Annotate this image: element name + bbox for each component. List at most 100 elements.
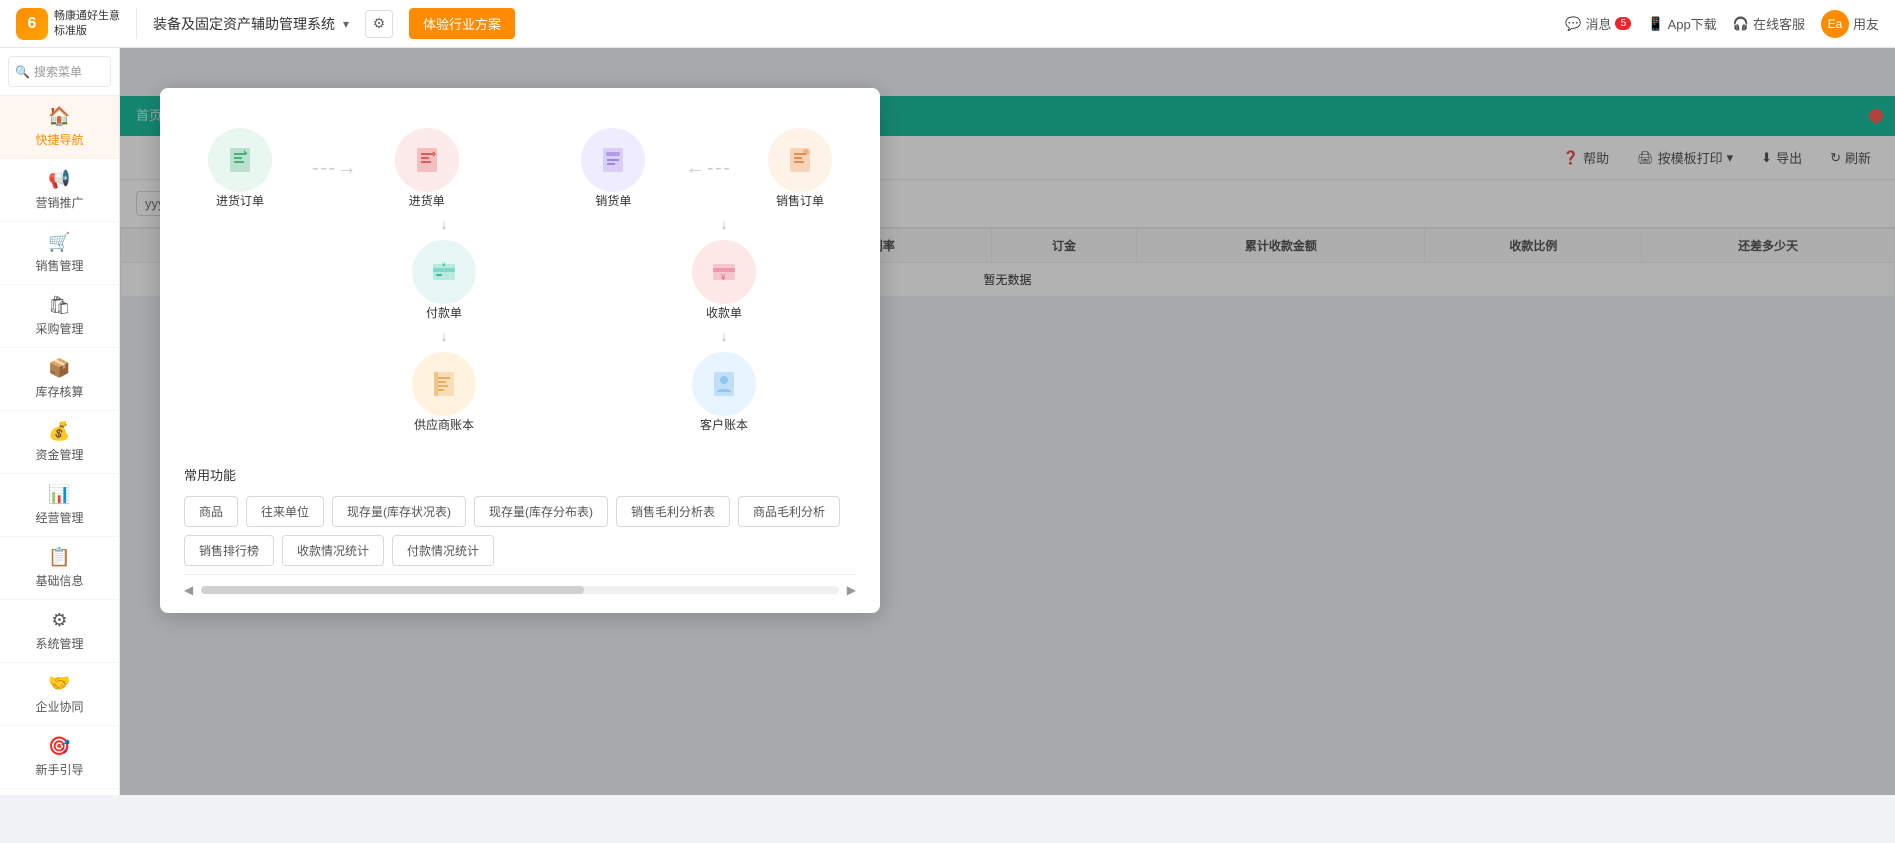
logo-area: 6 畅康通好生意 标准版 xyxy=(16,8,136,40)
common-functions: 常用功能 商品 往来单位 现存量(库存状况表) 现存量(库存分布表) 销售毛利分… xyxy=(184,465,856,566)
username: 用友 xyxy=(1853,14,1879,33)
sidebar-item-marketing[interactable]: 📢 营销推广 xyxy=(0,159,119,222)
sales-bill-icon xyxy=(581,128,645,192)
func-btn-product-profit[interactable]: 商品毛利分析 xyxy=(738,496,840,527)
sidebar-item-inventory[interactable]: 📦 库存核算 xyxy=(0,348,119,411)
system-icon: ⚙ xyxy=(51,610,67,631)
svg-text:¥: ¥ xyxy=(720,273,726,282)
arrow-down-purchase: ↓ xyxy=(384,217,504,232)
enterprise-icon: 🤝 xyxy=(48,673,70,694)
sidebar-item-sales[interactable]: 🛒 销售管理 xyxy=(0,222,119,285)
sales-icon: 🛒 xyxy=(48,232,70,253)
sidebar-item-finance[interactable]: 💰 资金管理 xyxy=(0,411,119,474)
sales-order-icon xyxy=(768,128,832,192)
search-icon: 🔍 xyxy=(15,65,30,79)
flow-node-supplier-ledger[interactable]: 供应商账本 xyxy=(384,352,504,433)
sidebar-item-quick-nav[interactable]: 🏠 快捷导航 xyxy=(0,96,119,159)
flow-node-customer-ledger[interactable]: 客户账本 xyxy=(664,352,784,433)
payment-icon: ¥ xyxy=(412,240,476,304)
sidebar-item-label: 企业协同 xyxy=(35,698,83,715)
message-badge: 5 xyxy=(1615,17,1631,30)
purchase-icon: 🛍 xyxy=(48,295,71,316)
arrow-down-sales-bill: ↓ xyxy=(664,217,784,232)
sidebar-item-enterprise[interactable]: 🤝 企业协同 xyxy=(0,663,119,726)
scroll-right-arrow[interactable]: ▶ xyxy=(847,583,856,597)
avatar: Ea xyxy=(1821,10,1849,38)
supplier-ledger-icon xyxy=(412,352,476,416)
app-icon: 📱 xyxy=(1647,16,1663,32)
system-name: 装备及固定资产辅助管理系统 xyxy=(153,14,335,34)
func-btn-inventory-status[interactable]: 现存量(库存状况表) xyxy=(332,496,466,527)
flow-node-sales-bill[interactable]: 销货单 xyxy=(557,128,669,209)
marketing-icon: 📢 xyxy=(48,169,70,190)
sidebar-item-operations[interactable]: 📊 经营管理 xyxy=(0,474,119,537)
sidebar-item-label: 经营管理 xyxy=(35,509,83,526)
quick-nav-icon: 🏠 xyxy=(48,106,70,127)
func-buttons-row1: 商品 往来单位 现存量(库存状况表) 现存量(库存分布表) 销售毛利分析表 商品… xyxy=(184,496,856,527)
basic-info-icon: 📋 xyxy=(48,547,70,568)
sidebar-item-label: 基础信息 xyxy=(35,572,83,589)
func-btn-payment-stats[interactable]: 付款情况统计 xyxy=(392,535,494,566)
sidebar-item-label: 营销推广 xyxy=(35,194,83,211)
online-service-action[interactable]: 🎧 在线客服 xyxy=(1733,14,1805,33)
sidebar-item-label: 资金管理 xyxy=(35,446,83,463)
arrow-purchase-to-bill: - - - → xyxy=(296,157,371,180)
purchase-bill-icon xyxy=(395,128,459,192)
guide-icon: 🎯 xyxy=(48,736,70,757)
user-action[interactable]: Ea 用友 xyxy=(1821,10,1879,38)
header-right: 💬 消息 5 📱 App下载 🎧 在线客服 Ea 用友 xyxy=(1565,10,1879,38)
search-menu-btn[interactable]: 🔍 搜索菜单 xyxy=(8,56,111,87)
app-download-action[interactable]: 📱 App下载 xyxy=(1647,14,1716,33)
scroll-left-arrow[interactable]: ◀ xyxy=(184,583,193,597)
flow-node-payment[interactable]: ¥ 付款单 xyxy=(384,240,504,321)
arrow-order-to-bill: ← - - - xyxy=(669,157,744,180)
flow-node-purchase-order[interactable]: 进货订单 xyxy=(184,128,296,209)
operations-icon: 📊 xyxy=(48,484,70,505)
sidebar-item-label: 系统管理 xyxy=(35,635,83,652)
arrow-down-payment: ↓ xyxy=(384,329,504,344)
settings-icon-btn[interactable]: ⚙ xyxy=(365,10,393,38)
func-btn-sales-ranking[interactable]: 销售排行榜 xyxy=(184,535,274,566)
scroll-track[interactable] xyxy=(201,586,839,594)
sidebar-item-label: 采购管理 xyxy=(35,320,83,337)
func-btn-inventory-dist[interactable]: 现存量(库存分布表) xyxy=(474,496,608,527)
scroll-bar-area: ◀ ▶ xyxy=(184,574,856,597)
sidebar-search-area: 🔍 搜索菜单 xyxy=(0,48,119,96)
inventory-icon: 📦 xyxy=(48,358,70,379)
popup-overlay[interactable]: 进货订单 - - - → 进货单 xyxy=(120,48,1895,795)
flow-diagram: 进货订单 - - - → 进货单 xyxy=(184,112,856,465)
common-functions-title: 常用功能 xyxy=(184,465,856,484)
flow-node-purchase-bill[interactable]: 进货单 xyxy=(371,128,483,209)
message-icon: 💬 xyxy=(1565,16,1581,32)
func-btn-sales-profit[interactable]: 销售毛利分析表 xyxy=(616,496,730,527)
sidebar-item-label: 库存核算 xyxy=(35,383,83,400)
service-icon: 🎧 xyxy=(1733,16,1749,32)
message-action[interactable]: 💬 消息 5 xyxy=(1565,14,1631,33)
flow-node-sales-order[interactable]: 销售订单 xyxy=(744,128,856,209)
system-title: 装备及固定资产辅助管理系统 ▾ ⚙ 体验行业方案 xyxy=(136,8,1565,39)
popup-card: 进货订单 - - - → 进货单 xyxy=(160,88,880,613)
flow-node-receipt[interactable]: ¥ 收款单 xyxy=(664,240,784,321)
sidebar-item-basic-info[interactable]: 📋 基础信息 xyxy=(0,537,119,600)
sidebar-item-system[interactable]: ⚙ 系统管理 xyxy=(0,600,119,663)
sidebar-item-guide[interactable]: 🎯 新手引导 xyxy=(0,726,119,789)
customer-ledger-icon xyxy=(692,352,756,416)
logo-icon: 6 xyxy=(16,8,48,40)
experience-button[interactable]: 体验行业方案 xyxy=(409,8,515,39)
system-dropdown-btn[interactable]: ▾ xyxy=(343,17,349,31)
sidebar-item-label: 销售管理 xyxy=(35,257,83,274)
arrow-down-receipt: ↓ xyxy=(664,329,784,344)
purchase-order-icon xyxy=(208,128,272,192)
receipt-icon: ¥ xyxy=(692,240,756,304)
finance-icon: 💰 xyxy=(48,421,70,442)
func-btn-units[interactable]: 往来单位 xyxy=(246,496,324,527)
logo-text: 畅康通好生意 标准版 xyxy=(54,9,120,38)
func-btn-receipt-stats[interactable]: 收款情况统计 xyxy=(282,535,384,566)
func-btn-product[interactable]: 商品 xyxy=(184,496,238,527)
sidebar-item-label: 快捷导航 xyxy=(35,131,83,148)
sidebar: 🔍 搜索菜单 🏠 快捷导航 📢 营销推广 🛒 销售管理 🛍 采购管理 📦 库存核… xyxy=(0,48,120,795)
sidebar-item-label: 新手引导 xyxy=(35,761,83,778)
scroll-thumb[interactable] xyxy=(201,586,584,594)
func-buttons-row2: 销售排行榜 收款情况统计 付款情况统计 xyxy=(184,535,856,566)
sidebar-item-purchase[interactable]: 🛍 采购管理 xyxy=(0,285,119,348)
